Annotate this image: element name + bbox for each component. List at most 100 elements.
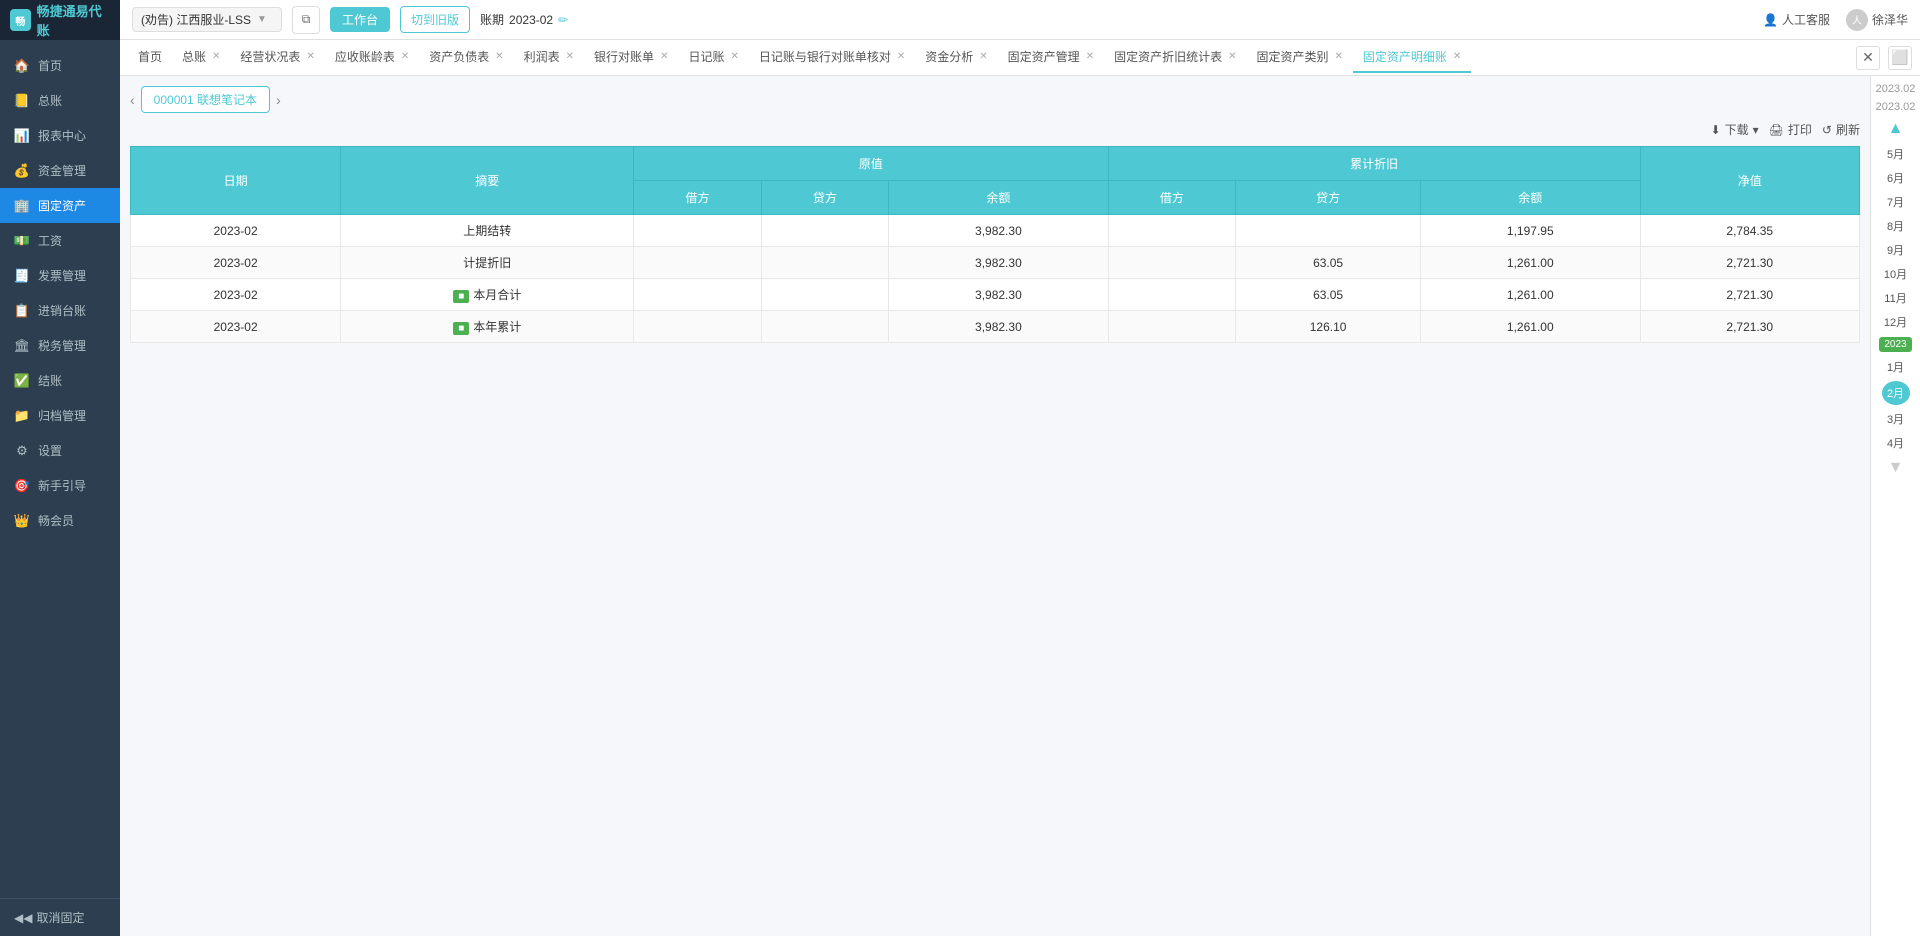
col-accum-credit-header: 贷方	[1236, 181, 1421, 215]
sidebar-label-invoice: 发票管理	[38, 267, 86, 284]
period-value: 2023-02	[509, 13, 553, 27]
refresh-label: 刷新	[1836, 121, 1860, 138]
tab-depreciation-stats-close[interactable]: ✕	[1228, 51, 1236, 62]
sidebar-item-sales[interactable]: 📋 进销台账	[0, 293, 120, 328]
cell-orig-debit	[634, 215, 761, 247]
tab-asset-detail-close[interactable]: ✕	[1453, 51, 1461, 62]
sidebar-item-fixed-assets[interactable]: 🏢 固定资产	[0, 188, 120, 223]
month-item-4[interactable]: 4月	[1871, 431, 1920, 455]
sidebar-unpin-button[interactable]: ◀◀ 取消固定	[0, 898, 120, 936]
sidebar-item-member[interactable]: 👑 畅会员	[0, 503, 120, 538]
cell-net-value: 2,784.35	[1640, 215, 1859, 247]
sidebar-item-archive[interactable]: 📁 归档管理	[0, 398, 120, 433]
tab-asset-category[interactable]: 固定资产类别 ✕	[1246, 42, 1352, 73]
asset-nav-tab[interactable]: 000001 联想笔记本	[141, 86, 270, 113]
tab-bank-statement-close[interactable]: ✕	[660, 51, 668, 62]
cell-orig-debit	[634, 311, 761, 343]
tab-asset-mgmt-close[interactable]: ✕	[1086, 51, 1094, 62]
sidebar-item-reports[interactable]: 📊 报表中心	[0, 118, 120, 153]
tab-journal[interactable]: 日记账 ✕	[678, 42, 748, 73]
tax-icon: 🏛	[14, 338, 30, 354]
month-item-5[interactable]: 5月	[1871, 142, 1920, 166]
user-info[interactable]: 人 徐泽华	[1846, 9, 1908, 31]
content-area: ‹ 000001 联想笔记本 › ⬇ 下载 ▾ 🖨 打印 ↺	[120, 76, 1920, 936]
tab-profit-close[interactable]: ✕	[566, 51, 574, 62]
sidebar-label-payroll: 工资	[38, 232, 62, 249]
tab-reconcile[interactable]: 日记账与银行对账单核对 ✕	[749, 42, 915, 73]
col-orig-debit-header: 借方	[634, 181, 761, 215]
month-item-6[interactable]: 6月	[1871, 166, 1920, 190]
nav-next-arrow[interactable]: ›	[276, 92, 281, 108]
tabs-maximize-button[interactable]: ⬜	[1888, 46, 1912, 70]
company-name: (劝告) 江西服业-LSS	[141, 11, 251, 28]
period-edit-icon[interactable]: ✏	[558, 13, 568, 27]
month-panel: 2023.02 2023.02 ▲ 5月 6月 7月 8月 9月 10月 11月…	[1870, 76, 1920, 936]
tab-profit[interactable]: 利润表 ✕	[514, 42, 584, 73]
sidebar-item-ledger[interactable]: 📒 总账	[0, 83, 120, 118]
app-name: 畅捷通易代账	[37, 1, 110, 39]
work-order-button[interactable]: 工作台	[330, 7, 390, 32]
scroll-up-button[interactable]: ▲	[1871, 116, 1920, 142]
tab-balance-sheet-close[interactable]: ✕	[495, 51, 503, 62]
archive-icon: 📁	[14, 408, 30, 424]
download-label: 下载	[1725, 121, 1749, 138]
month-item-7[interactable]: 7月	[1871, 190, 1920, 214]
month-item-3[interactable]: 3月	[1871, 407, 1920, 431]
col-accumulated-depr-header: 累计折旧	[1108, 147, 1640, 181]
month-item-12[interactable]: 12月	[1871, 310, 1920, 334]
sidebar-label-archive: 归档管理	[38, 407, 86, 424]
tab-asset-category-close[interactable]: ✕	[1335, 51, 1343, 62]
tab-balance-sheet[interactable]: 资产负债表 ✕	[419, 42, 513, 73]
tab-receivable[interactable]: 应收账龄表 ✕	[325, 42, 419, 73]
cell-summary: ■本年累计	[341, 311, 634, 343]
month-item-2-active[interactable]: 2月	[1882, 381, 1910, 405]
sidebar-item-closing[interactable]: ✅ 结账	[0, 363, 120, 398]
copy-button[interactable]: ⧉	[292, 6, 320, 34]
sidebar-item-funds[interactable]: 💰 资金管理	[0, 153, 120, 188]
tab-business-status[interactable]: 经营状况表 ✕	[230, 42, 324, 73]
nav-prev-arrow[interactable]: ‹	[130, 92, 135, 108]
month-item-9[interactable]: 9月	[1871, 238, 1920, 262]
tab-balance-sheet-label: 资产负债表	[429, 48, 489, 65]
sidebar-item-invoice[interactable]: 🧾 发票管理	[0, 258, 120, 293]
col-net-value-header: 净值	[1640, 147, 1859, 215]
download-button[interactable]: ⬇ 下载 ▾	[1711, 121, 1759, 138]
tab-ledger-close[interactable]: ✕	[212, 51, 220, 62]
tab-asset-detail[interactable]: 固定资产明细账 ✕	[1353, 42, 1471, 73]
month-item-10[interactable]: 10月	[1871, 262, 1920, 286]
tab-asset-mgmt[interactable]: 固定资产管理 ✕	[998, 42, 1104, 73]
sidebar-item-payroll[interactable]: 💵 工资	[0, 223, 120, 258]
tab-journal-close[interactable]: ✕	[730, 51, 738, 62]
col-orig-balance-header: 余额	[889, 181, 1108, 215]
tab-bank-statement[interactable]: 银行对账单 ✕	[584, 42, 678, 73]
closing-icon: ✅	[14, 373, 30, 389]
tab-fund-analysis-label: 资金分析	[925, 48, 973, 65]
tab-business-status-close[interactable]: ✕	[306, 51, 314, 62]
scroll-down-button[interactable]: ▼	[1871, 455, 1920, 481]
company-selector[interactable]: (劝告) 江西服业-LSS ▼	[132, 7, 282, 32]
sidebar-item-tax[interactable]: 🏛 税务管理	[0, 328, 120, 363]
tab-home[interactable]: 首页	[128, 42, 172, 73]
refresh-button[interactable]: ↺ 刷新	[1822, 121, 1860, 138]
settings-icon: ⚙	[14, 443, 30, 459]
month-item-1[interactable]: 1月	[1871, 355, 1920, 379]
sidebar-item-settings[interactable]: ⚙ 设置	[0, 433, 120, 468]
print-button[interactable]: 🖨 打印	[1769, 121, 1812, 138]
month-item-11[interactable]: 11月	[1871, 286, 1920, 310]
tab-asset-detail-label: 固定资产明细账	[1363, 48, 1447, 65]
tab-depreciation-stats[interactable]: 固定资产折旧统计表 ✕	[1104, 42, 1246, 73]
cell-orig-credit	[761, 215, 888, 247]
tab-receivable-close[interactable]: ✕	[401, 51, 409, 62]
sidebar-label-guide: 新手引导	[38, 477, 86, 494]
sidebar-label-sales: 进销台账	[38, 302, 86, 319]
tab-reconcile-close[interactable]: ✕	[897, 51, 905, 62]
tab-fund-analysis[interactable]: 资金分析 ✕	[915, 42, 997, 73]
tab-ledger[interactable]: 总账 ✕	[172, 42, 230, 73]
sidebar-item-home[interactable]: 🏠 首页	[0, 48, 120, 83]
tab-fund-analysis-close[interactable]: ✕	[979, 51, 987, 62]
month-item-8[interactable]: 8月	[1871, 214, 1920, 238]
switch-version-button[interactable]: 切到旧版	[400, 6, 470, 33]
sidebar-item-guide[interactable]: 🎯 新手引导	[0, 468, 120, 503]
tabs-close-all-button[interactable]: ✕	[1856, 46, 1880, 70]
service-button[interactable]: 👤 人工客服	[1763, 11, 1830, 28]
